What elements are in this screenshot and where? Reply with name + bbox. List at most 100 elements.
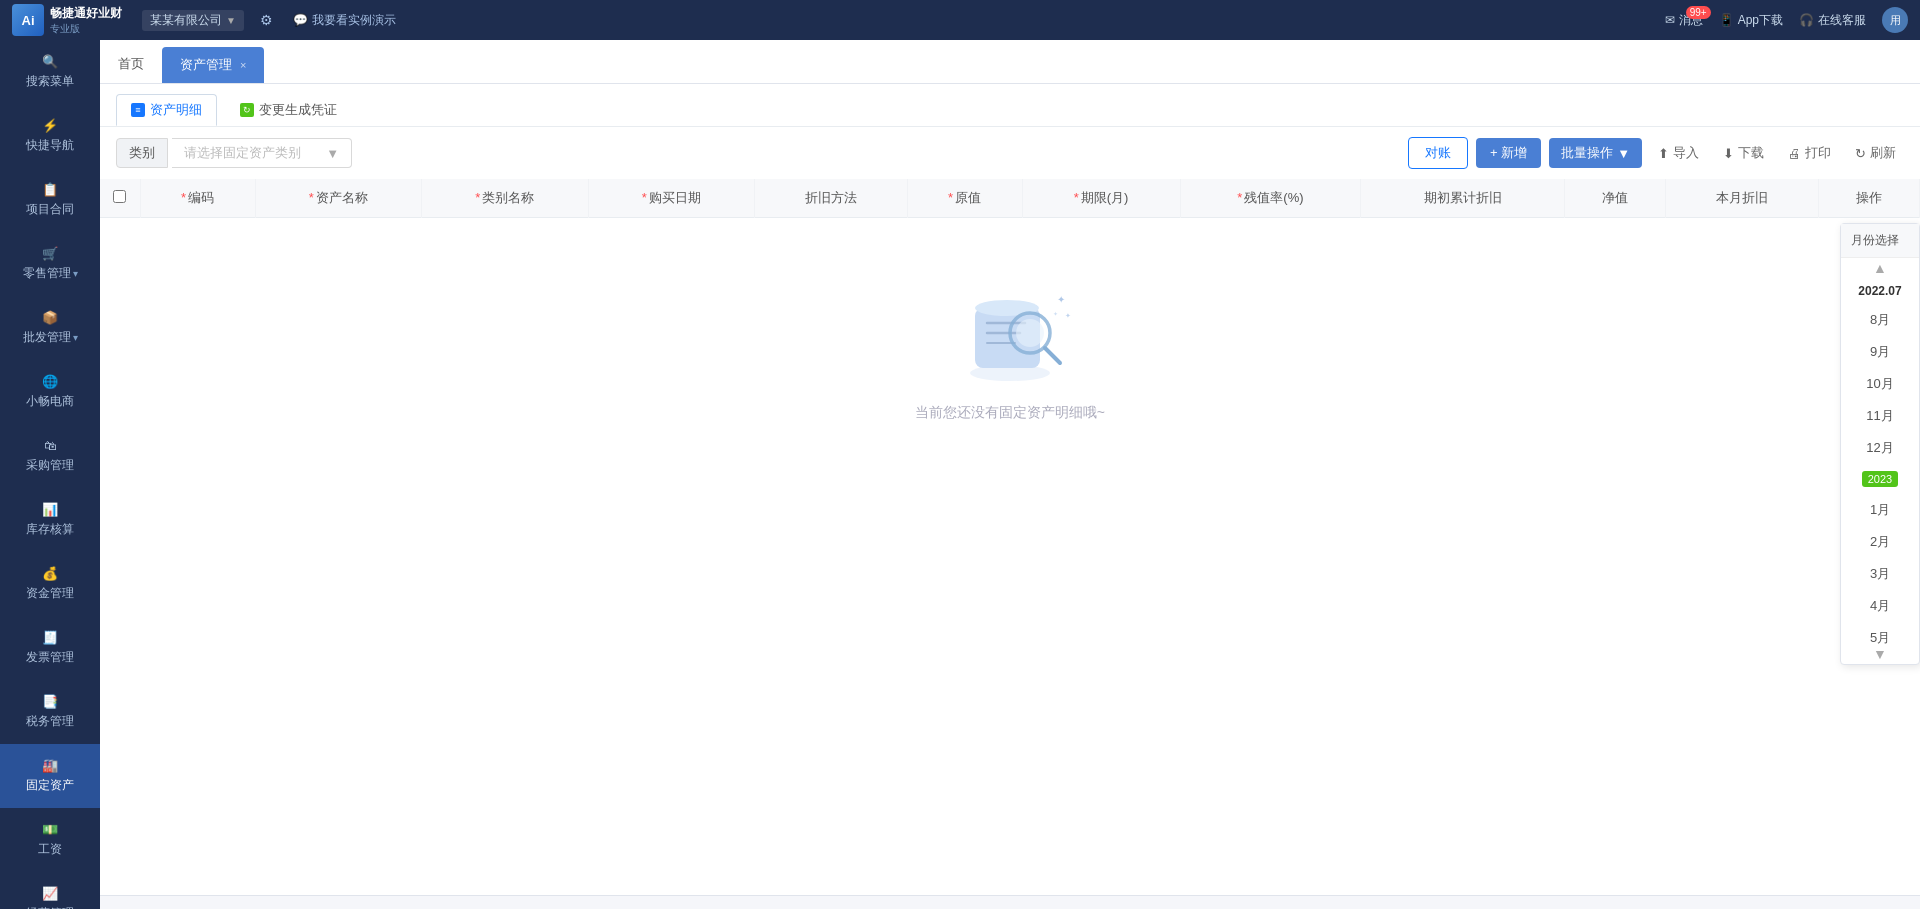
month-item-apr[interactable]: 4月 [1841, 590, 1919, 622]
category-select[interactable]: 请选择固定资产类别 ▼ [172, 138, 352, 168]
sidebar-item-project[interactable]: 📋 项目合同 [0, 168, 100, 232]
th-monthly-depreciation: 本月折旧 [1666, 179, 1819, 218]
user-avatar[interactable]: 用 [1882, 7, 1908, 33]
batch-ops-button[interactable]: 批量操作 ▼ [1549, 138, 1642, 168]
th-code: *编码 [140, 179, 255, 218]
month-item-sep[interactable]: 9月 [1841, 336, 1919, 368]
sub-tab-change-voucher[interactable]: ↻ 变更生成凭证 [225, 94, 352, 126]
import-button[interactable]: ⬆ 导入 [1650, 140, 1707, 166]
asset-tab-label: 资产管理 [180, 56, 232, 74]
message-button[interactable]: ✉ 消息 99+ [1665, 12, 1703, 29]
sidebar-item-finance[interactable]: 💰 资金管理 [0, 552, 100, 616]
th-category: *类别名称 [422, 179, 589, 218]
month-panel-down-arrow[interactable]: ▼ [1841, 644, 1919, 664]
content-main: *编码 *资产名称 *类别名称 *购买日期 折旧方法 *原值 *期限(月) *残… [100, 179, 1920, 909]
th-name: *资产名称 [255, 179, 422, 218]
sub-tab-bar: ≡ 资产明细 ↻ 变更生成凭证 [100, 84, 1920, 127]
download-button[interactable]: ⬇ 下载 [1715, 140, 1772, 166]
svg-text:✦: ✦ [1053, 311, 1058, 317]
bottom-scrollbar[interactable] [100, 895, 1920, 909]
refresh-button[interactable]: ↻ 刷新 [1847, 140, 1904, 166]
sidebar-item-fixed-assets[interactable]: 🏭 固定资产 [0, 744, 100, 808]
search-icon: 🔍 [42, 54, 58, 69]
online-service-label: 在线客服 [1818, 12, 1866, 29]
inventory-icon: 📊 [42, 502, 58, 517]
settings-button[interactable]: ⚙ [260, 12, 273, 28]
sidebar-item-ecommerce[interactable]: 🌐 小畅电商 [0, 360, 100, 424]
month-panel: 月份选择 ▲ 2022.07 8月 9月 10月 11月 12月 2023 1月 [1840, 223, 1920, 665]
empty-illustration: ✦ ✦ ✦ [945, 278, 1075, 388]
sidebar-retail-label: 零售管理 ▾ [23, 265, 78, 282]
fixed-assets-icon: 🏭 [42, 758, 58, 773]
invoice-icon: 🧾 [42, 630, 58, 645]
refresh-icon: ↻ [1855, 146, 1866, 161]
import-label: 导入 [1673, 144, 1699, 162]
month-year-label: 2022.07 [1841, 278, 1919, 304]
sidebar-item-inventory[interactable]: 📊 库存核算 [0, 488, 100, 552]
month-item-dec[interactable]: 12月 [1841, 432, 1919, 464]
purchase-icon: 🛍 [44, 438, 57, 453]
tab-close-icon[interactable]: × [240, 59, 246, 71]
month-item-oct[interactable]: 10月 [1841, 368, 1919, 400]
sidebar-item-purchase[interactable]: 🛍 采购管理 [0, 424, 100, 488]
sub-tab-asset-detail[interactable]: ≡ 资产明细 [116, 94, 217, 126]
month-item-aug[interactable]: 8月 [1841, 304, 1919, 336]
import-icon: ⬆ [1658, 146, 1669, 161]
month-year-2023-badge: 2023 [1841, 464, 1919, 494]
sidebar-item-wholesale[interactable]: 📦 批发管理 ▾ [0, 296, 100, 360]
svg-text:✦: ✦ [1065, 312, 1071, 319]
sidebar-item-tax[interactable]: 📑 税务管理 [0, 680, 100, 744]
sidebar-item-operations[interactable]: 📈 经营管理 [0, 872, 100, 909]
th-original-value: *原值 [907, 179, 1022, 218]
message-badge: 99+ [1686, 6, 1711, 19]
tab-home[interactable]: 首页 [100, 47, 162, 83]
print-icon: 🖨 [1788, 146, 1801, 161]
sidebar-invoice-label: 发票管理 [26, 649, 74, 666]
page-content: ≡ 资产明细 ↻ 变更生成凭证 类别 请选择固定资产类别 ▼ [100, 84, 1920, 909]
add-button[interactable]: + 新增 [1476, 138, 1541, 168]
download-icon: 📱 [1719, 13, 1734, 27]
month-item-jan[interactable]: 1月 [1841, 494, 1919, 526]
app-download-button[interactable]: 📱 App下载 [1719, 12, 1783, 29]
sidebar-salary-label: 工资 [38, 841, 62, 858]
sidebar-item-shortcut[interactable]: ⚡ 快捷导航 [0, 104, 100, 168]
select-all-checkbox[interactable] [113, 190, 126, 203]
month-item-nov[interactable]: 11月 [1841, 400, 1919, 432]
month-panel-header: 月份选择 [1841, 224, 1919, 258]
th-net-value: 净值 [1565, 179, 1666, 218]
company-selector[interactable]: 某某有限公司 ▼ [142, 10, 244, 31]
table-empty-row: ✦ ✦ ✦ 当前您还没有固定资产明细哦~ [100, 218, 1920, 483]
sidebar-item-invoice[interactable]: 🧾 发票管理 [0, 616, 100, 680]
table-container[interactable]: *编码 *资产名称 *类别名称 *购买日期 折旧方法 *原值 *期限(月) *残… [100, 179, 1920, 895]
category-filter: 类别 请选择固定资产类别 ▼ [116, 138, 352, 168]
month-item-may[interactable]: 5月 [1841, 622, 1919, 644]
salary-icon: 💵 [42, 822, 58, 837]
online-service-button[interactable]: 🎧 在线客服 [1799, 12, 1866, 29]
refresh-label: 刷新 [1870, 144, 1896, 162]
month-item-feb[interactable]: 2月 [1841, 526, 1919, 558]
asset-detail-icon: ≡ [131, 103, 145, 117]
change-voucher-label: 变更生成凭证 [259, 101, 337, 119]
retail-arrow-icon: ▾ [73, 268, 78, 279]
table-header-row: *编码 *资产名称 *类别名称 *购买日期 折旧方法 *原值 *期限(月) *残… [100, 179, 1920, 218]
operations-icon: 📈 [42, 886, 58, 901]
reconcile-button[interactable]: 对账 [1408, 137, 1468, 169]
demo-text: 我要看实例演示 [312, 12, 396, 29]
tab-asset-management[interactable]: 资产管理 × [162, 47, 264, 83]
svg-line-8 [1045, 348, 1060, 363]
demo-link[interactable]: 💬 我要看实例演示 [293, 12, 396, 29]
sidebar-wholesale-label: 批发管理 ▾ [23, 329, 78, 346]
download-icon: ⬇ [1723, 146, 1734, 161]
month-panel-up-arrow[interactable]: ▲ [1841, 258, 1919, 278]
home-tab-label: 首页 [118, 55, 144, 73]
sidebar-item-salary[interactable]: 💵 工资 [0, 808, 100, 872]
app-download-label: App下载 [1738, 12, 1783, 29]
svg-point-7 [1016, 319, 1044, 347]
sidebar-item-retail[interactable]: 🛒 零售管理 ▾ [0, 232, 100, 296]
app-name-block: 畅捷通好业财 专业版 [50, 5, 122, 36]
print-button[interactable]: 🖨 打印 [1780, 140, 1839, 166]
company-name: 某某有限公司 [150, 12, 222, 29]
sidebar-item-search[interactable]: 🔍 搜索菜单 [0, 40, 100, 104]
month-item-mar[interactable]: 3月 [1841, 558, 1919, 590]
month-panel-scroll[interactable]: 8月 9月 10月 11月 12月 2023 1月 2月 3月 4月 5月 6月 [1841, 304, 1919, 644]
